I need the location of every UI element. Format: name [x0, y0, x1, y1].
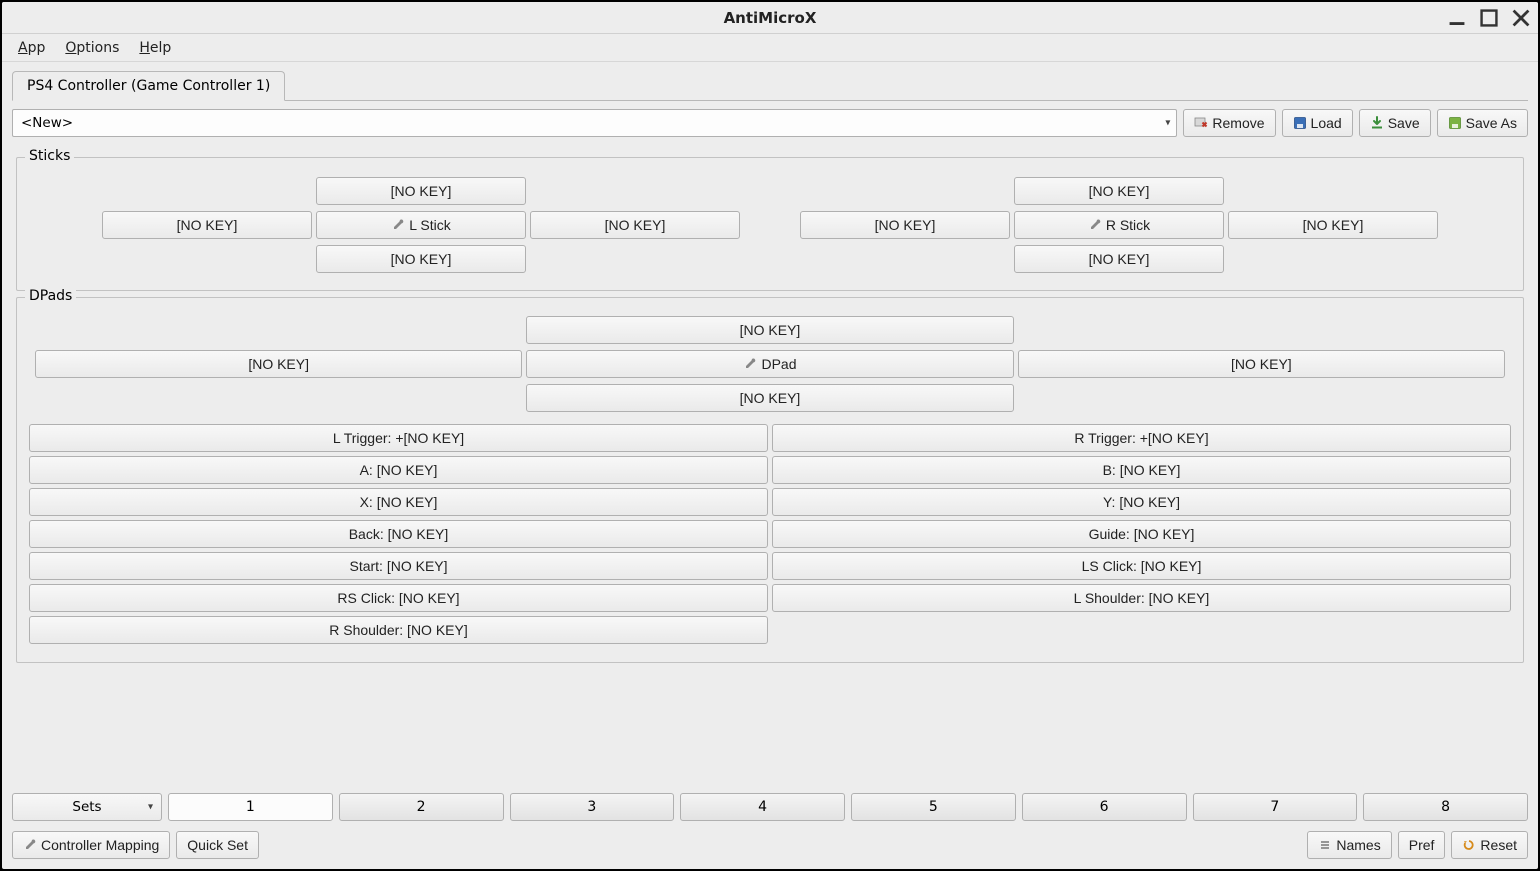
rstick-up-button[interactable]: [NO KEY]	[1014, 177, 1224, 205]
names-button[interactable]: Names	[1307, 831, 1391, 859]
wrench-icon	[391, 218, 405, 232]
sticks-title: Sticks	[25, 148, 74, 164]
content: Sticks [NO KEY] [NO KEY] L Stick [NO KEY…	[2, 145, 1538, 787]
dpad-down-button[interactable]: [NO KEY]	[526, 384, 1013, 412]
bottom-toolbar: Controller Mapping Quick Set Names Pref …	[2, 827, 1538, 869]
controller-mapping-button[interactable]: Controller Mapping	[12, 831, 170, 859]
close-button[interactable]	[1508, 7, 1534, 29]
list-icon	[1318, 838, 1332, 852]
tab-area: PS4 Controller (Game Controller 1)	[2, 62, 1538, 101]
dpad-left-button[interactable]: [NO KEY]	[35, 350, 522, 378]
lstick-center-button[interactable]: L Stick	[316, 211, 526, 239]
start-button[interactable]: Start: [NO KEY]	[29, 552, 768, 580]
r-trigger-button[interactable]: R Trigger: +[NO KEY]	[772, 424, 1511, 452]
rstick-left-button[interactable]: [NO KEY]	[800, 211, 1010, 239]
set-6-button[interactable]: 6	[1022, 793, 1187, 821]
save-as-icon	[1448, 116, 1462, 130]
back-button[interactable]: Back: [NO KEY]	[29, 520, 768, 548]
profile-select-value: <New>	[21, 115, 73, 131]
app-window: AntiMicroX App Options Help PS4 Controll…	[2, 2, 1538, 869]
tab-row: PS4 Controller (Game Controller 1)	[12, 70, 1528, 101]
chevron-down-icon: ▾	[1165, 118, 1170, 129]
sticks-grid: [NO KEY] [NO KEY] L Stick [NO KEY] [NO K…	[27, 172, 1513, 278]
r-shoulder-button[interactable]: R Shoulder: [NO KEY]	[29, 616, 768, 644]
rstick-right-button[interactable]: [NO KEY]	[1228, 211, 1438, 239]
toolbar: <New> ▾ Remove Load Save Save As	[2, 101, 1538, 145]
set-8-button[interactable]: 8	[1363, 793, 1528, 821]
sets-select[interactable]: Sets ▾	[12, 793, 162, 821]
rstick-center-button[interactable]: R Stick	[1014, 211, 1224, 239]
set-7-button[interactable]: 7	[1193, 793, 1358, 821]
maximize-button[interactable]	[1476, 7, 1502, 29]
load-button[interactable]: Load	[1282, 109, 1353, 137]
set-2-button[interactable]: 2	[339, 793, 504, 821]
dpads-group: DPads [NO KEY] [NO KEY] DPad [NO KEY] [N…	[16, 297, 1524, 663]
lstick-right-button[interactable]: [NO KEY]	[530, 211, 740, 239]
menu-app[interactable]: App	[10, 38, 53, 58]
sticks-group: Sticks [NO KEY] [NO KEY] L Stick [NO KEY…	[16, 157, 1524, 291]
remove-icon	[1194, 116, 1208, 130]
dpad-up-button[interactable]: [NO KEY]	[526, 316, 1013, 344]
menubar: App Options Help	[2, 34, 1538, 62]
quick-set-button[interactable]: Quick Set	[176, 831, 259, 859]
reset-button[interactable]: Reset	[1451, 831, 1528, 859]
dpad-right-button[interactable]: [NO KEY]	[1018, 350, 1505, 378]
rs-click-button[interactable]: RS Click: [NO KEY]	[29, 584, 768, 612]
save-as-button[interactable]: Save As	[1437, 109, 1528, 137]
profile-select[interactable]: <New> ▾	[12, 109, 1177, 137]
dpad-center-button[interactable]: DPad	[526, 350, 1013, 378]
window-title: AntiMicroX	[724, 9, 817, 27]
dpad-grid: [NO KEY] [NO KEY] DPad [NO KEY] [NO KEY]	[27, 312, 1513, 418]
menu-help[interactable]: Help	[131, 38, 179, 58]
l-trigger-button[interactable]: L Trigger: +[NO KEY]	[29, 424, 768, 452]
minimize-button[interactable]	[1444, 7, 1470, 29]
reset-icon	[1462, 838, 1476, 852]
left-stick-cluster: [NO KEY] [NO KEY] L Stick [NO KEY] [NO K…	[102, 176, 740, 274]
pref-button[interactable]: Pref	[1398, 831, 1446, 859]
lstick-up-button[interactable]: [NO KEY]	[316, 177, 526, 205]
window-controls	[1444, 2, 1534, 34]
lstick-left-button[interactable]: [NO KEY]	[102, 211, 312, 239]
remove-button[interactable]: Remove	[1183, 109, 1275, 137]
save-icon	[1370, 116, 1384, 130]
set-1-button[interactable]: 1	[168, 793, 333, 821]
right-stick-cluster: [NO KEY] [NO KEY] R Stick [NO KEY] [NO K…	[800, 176, 1438, 274]
tab-controller[interactable]: PS4 Controller (Game Controller 1)	[12, 71, 285, 101]
x-button[interactable]: X: [NO KEY]	[29, 488, 768, 516]
titlebar: AntiMicroX	[2, 2, 1538, 34]
save-button[interactable]: Save	[1359, 109, 1431, 137]
dpads-title: DPads	[25, 288, 76, 304]
rstick-down-button[interactable]: [NO KEY]	[1014, 245, 1224, 273]
lstick-down-button[interactable]: [NO KEY]	[316, 245, 526, 273]
b-button[interactable]: B: [NO KEY]	[772, 456, 1511, 484]
l-shoulder-button[interactable]: L Shoulder: [NO KEY]	[772, 584, 1511, 612]
ls-click-button[interactable]: LS Click: [NO KEY]	[772, 552, 1511, 580]
a-button[interactable]: A: [NO KEY]	[29, 456, 768, 484]
wrench-icon	[23, 838, 37, 852]
chevron-down-icon: ▾	[148, 802, 153, 813]
sets-row: Sets ▾ 1 2 3 4 5 6 7 8	[2, 787, 1538, 827]
set-3-button[interactable]: 3	[510, 793, 675, 821]
menu-options[interactable]: Options	[57, 38, 127, 58]
wrench-icon	[1088, 218, 1102, 232]
wrench-icon	[743, 357, 757, 371]
buttons-grid: L Trigger: +[NO KEY] R Trigger: +[NO KEY…	[27, 418, 1513, 650]
y-button[interactable]: Y: [NO KEY]	[772, 488, 1511, 516]
guide-button[interactable]: Guide: [NO KEY]	[772, 520, 1511, 548]
set-4-button[interactable]: 4	[680, 793, 845, 821]
set-5-button[interactable]: 5	[851, 793, 1016, 821]
load-icon	[1293, 116, 1307, 130]
